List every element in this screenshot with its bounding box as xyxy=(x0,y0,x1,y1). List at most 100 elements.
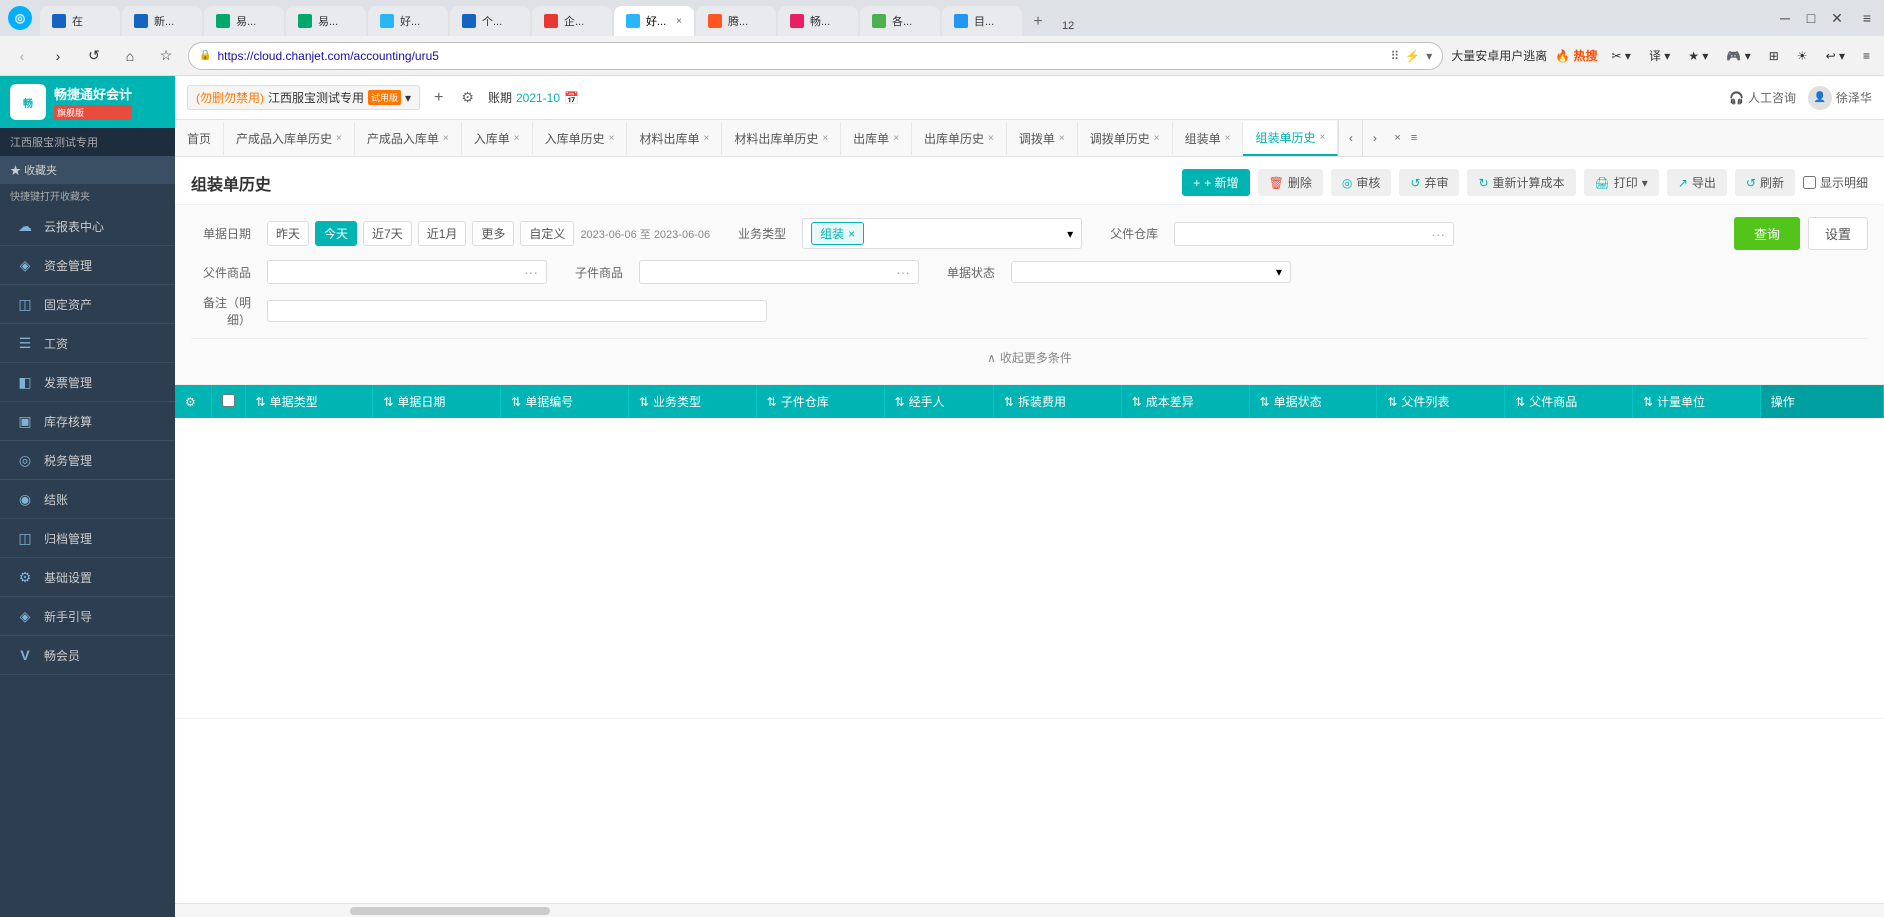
refresh-button[interactable]: ↺ xyxy=(80,42,108,70)
page-tab-2[interactable]: 产成品入库单 × xyxy=(355,122,462,155)
sort-business-type-icon[interactable]: ⇅ xyxy=(639,395,649,409)
export-button[interactable]: ↗ 导出 xyxy=(1667,169,1727,196)
more-date-btn[interactable]: 更多 xyxy=(472,221,514,246)
page-tab-close-8[interactable]: × xyxy=(988,133,994,144)
sidebar-item-closing[interactable]: ◉ 结账 xyxy=(0,480,175,519)
undo-tool[interactable]: ↩ ▾ xyxy=(1820,47,1851,65)
translate-tool[interactable]: 译 ▾ xyxy=(1643,45,1676,66)
new-tab-button[interactable]: + xyxy=(1024,8,1052,36)
today-btn[interactable]: 今天 xyxy=(315,221,357,246)
abandon-button[interactable]: ↺ 弃审 xyxy=(1399,169,1459,196)
parent-warehouse-dropdown[interactable]: ··· xyxy=(1174,222,1454,246)
sidebar-item-tax-mgmt[interactable]: ◎ 税务管理 xyxy=(0,441,175,480)
sidebar-item-payroll[interactable]: ☰ 工资 xyxy=(0,324,175,363)
page-tab-home[interactable]: 首页 xyxy=(175,122,224,155)
th-checkbox[interactable] xyxy=(211,385,245,418)
tab-close-8[interactable]: × xyxy=(676,16,682,27)
print-dropdown-icon[interactable]: ▾ xyxy=(1642,176,1648,190)
add-icon-btn[interactable]: + xyxy=(430,89,447,107)
page-tab-12[interactable]: 组装单历史 × xyxy=(1243,121,1338,156)
yesterday-btn[interactable]: 昨天 xyxy=(267,221,309,246)
company-select[interactable]: (勿删勿禁用) 江西服宝测试专用 试用版 ▾ xyxy=(187,85,420,110)
note-input[interactable] xyxy=(267,300,767,322)
browser-tab-10[interactable]: 畅... xyxy=(778,6,858,36)
child-goods-dots[interactable]: ··· xyxy=(896,264,910,280)
sun-tool[interactable]: ☀ xyxy=(1791,47,1814,65)
bottom-scroll[interactable] xyxy=(175,903,1884,917)
page-tab-close-12[interactable]: × xyxy=(1319,132,1325,143)
sidebar-item-invoice-mgmt[interactable]: ◧ 发票管理 xyxy=(0,363,175,402)
forward-button[interactable]: › xyxy=(44,42,72,70)
page-tab-close-6[interactable]: × xyxy=(822,133,828,144)
browser-tab-8[interactable]: 好... × xyxy=(614,6,694,36)
bookmark-button[interactable]: ☆ xyxy=(152,42,180,70)
sort-bill-no-icon[interactable]: ⇅ xyxy=(511,395,521,409)
page-tab-close-3[interactable]: × xyxy=(514,133,520,144)
browser-tab-4[interactable]: 易... xyxy=(286,6,366,36)
page-tab-close-10[interactable]: × xyxy=(1154,133,1160,144)
sort-parent-list-icon[interactable]: ⇅ xyxy=(1387,395,1397,409)
sidebar-item-archive-mgmt[interactable]: ◫ 归档管理 xyxy=(0,519,175,558)
child-goods-dropdown[interactable]: ··· xyxy=(639,260,919,284)
last7days-btn[interactable]: 近7天 xyxy=(363,221,412,246)
tab-more-btn[interactable]: ≡ xyxy=(1407,130,1421,146)
browser-tab-2[interactable]: 新... xyxy=(122,6,202,36)
browser-tab-9[interactable]: 腾... xyxy=(696,6,776,36)
tab-next-button[interactable]: › xyxy=(1362,120,1386,156)
status-dropdown[interactable]: ▾ xyxy=(1011,261,1291,283)
page-tab-close-2[interactable]: × xyxy=(443,133,449,144)
settings-icon-btn[interactable]: ⚙ xyxy=(457,89,478,106)
sort-bill-status-icon[interactable]: ⇅ xyxy=(1260,395,1270,409)
home-button[interactable]: ⌂ xyxy=(116,42,144,70)
page-tab-3[interactable]: 入库单 × xyxy=(462,122,533,155)
add-button[interactable]: + + 新增 xyxy=(1182,169,1249,196)
scroll-thumb[interactable] xyxy=(350,907,550,915)
page-tab-close-1[interactable]: × xyxy=(336,133,342,144)
menu-tool[interactable]: ≡ xyxy=(1857,47,1876,65)
page-tab-close-4[interactable]: × xyxy=(609,133,615,144)
browser-tab-11[interactable]: 各... xyxy=(860,6,940,36)
sort-cost-diff-icon[interactable]: ⇅ xyxy=(1132,395,1142,409)
maximize-button[interactable]: □ xyxy=(1802,9,1820,27)
custom-date-btn[interactable]: 自定义 xyxy=(520,221,574,246)
page-tab-8[interactable]: 出库单历史 × xyxy=(912,122,1007,155)
sort-bill-date-icon[interactable]: ⇅ xyxy=(383,395,393,409)
favorites-section[interactable]: ★ 收藏夹 xyxy=(0,156,175,184)
show-detail-checkbox-label[interactable]: 显示明细 xyxy=(1803,174,1868,191)
page-tab-11[interactable]: 组装单 × xyxy=(1173,122,1244,155)
sort-parent-goods-icon[interactable]: ⇅ xyxy=(1515,395,1525,409)
page-tab-close-7[interactable]: × xyxy=(893,133,899,144)
sort-handler-icon[interactable]: ⇅ xyxy=(895,395,905,409)
browser-tab-5[interactable]: 好... xyxy=(368,6,448,36)
browser-tab-7[interactable]: 企... xyxy=(532,6,612,36)
tab-close-others-btn[interactable]: × xyxy=(1390,130,1404,146)
browser-tab-1[interactable]: 在 xyxy=(40,6,120,36)
approve-button[interactable]: ◎ 审核 xyxy=(1331,169,1392,196)
address-bar[interactable]: 🔒 https://cloud.chanjet.com/accounting/u… xyxy=(188,42,1443,70)
last1month-btn[interactable]: 近1月 xyxy=(418,221,467,246)
browser-tab-12[interactable]: 目... xyxy=(942,6,1022,36)
customer-service-btn[interactable]: 🎧 人工咨询 xyxy=(1729,89,1796,106)
sidebar-item-cloud-report[interactable]: ☁ 云报表中心 xyxy=(0,207,175,246)
page-tab-4[interactable]: 入库单历史 × xyxy=(533,122,628,155)
lightning-icon[interactable]: ⚡ xyxy=(1405,49,1420,63)
sort-child-warehouse-icon[interactable]: ⇅ xyxy=(767,395,777,409)
sidebar-item-new-guide[interactable]: ◈ 新手引导 xyxy=(0,597,175,636)
sort-unit-icon[interactable]: ⇅ xyxy=(1643,395,1653,409)
select-all-checkbox[interactable] xyxy=(222,394,235,407)
sidebar-item-vip[interactable]: V 畅会员 xyxy=(0,636,175,675)
page-tab-close-9[interactable]: × xyxy=(1059,133,1065,144)
business-type-remove[interactable]: × xyxy=(848,227,855,241)
page-tab-7[interactable]: 出库单 × xyxy=(841,122,912,155)
refresh-button[interactable]: ↺ 刷新 xyxy=(1735,169,1795,196)
dropdown-icon[interactable]: ▾ xyxy=(1426,49,1432,63)
print-button[interactable]: 🖨 打印 ▾ xyxy=(1584,169,1659,196)
close-button[interactable]: ✕ xyxy=(1828,9,1846,27)
browser-tab-3[interactable]: 易... xyxy=(204,6,284,36)
collapse-button[interactable]: ∧ 收起更多条件 xyxy=(981,343,1078,372)
tab-prev-button[interactable]: ‹ xyxy=(1338,120,1362,156)
star-tool[interactable]: ★ ▾ xyxy=(1682,47,1714,65)
page-tab-5[interactable]: 材料出库单 × xyxy=(627,122,722,155)
page-tab-10[interactable]: 调拨单历史 × xyxy=(1078,122,1173,155)
settings-button[interactable]: 设置 xyxy=(1808,217,1868,250)
